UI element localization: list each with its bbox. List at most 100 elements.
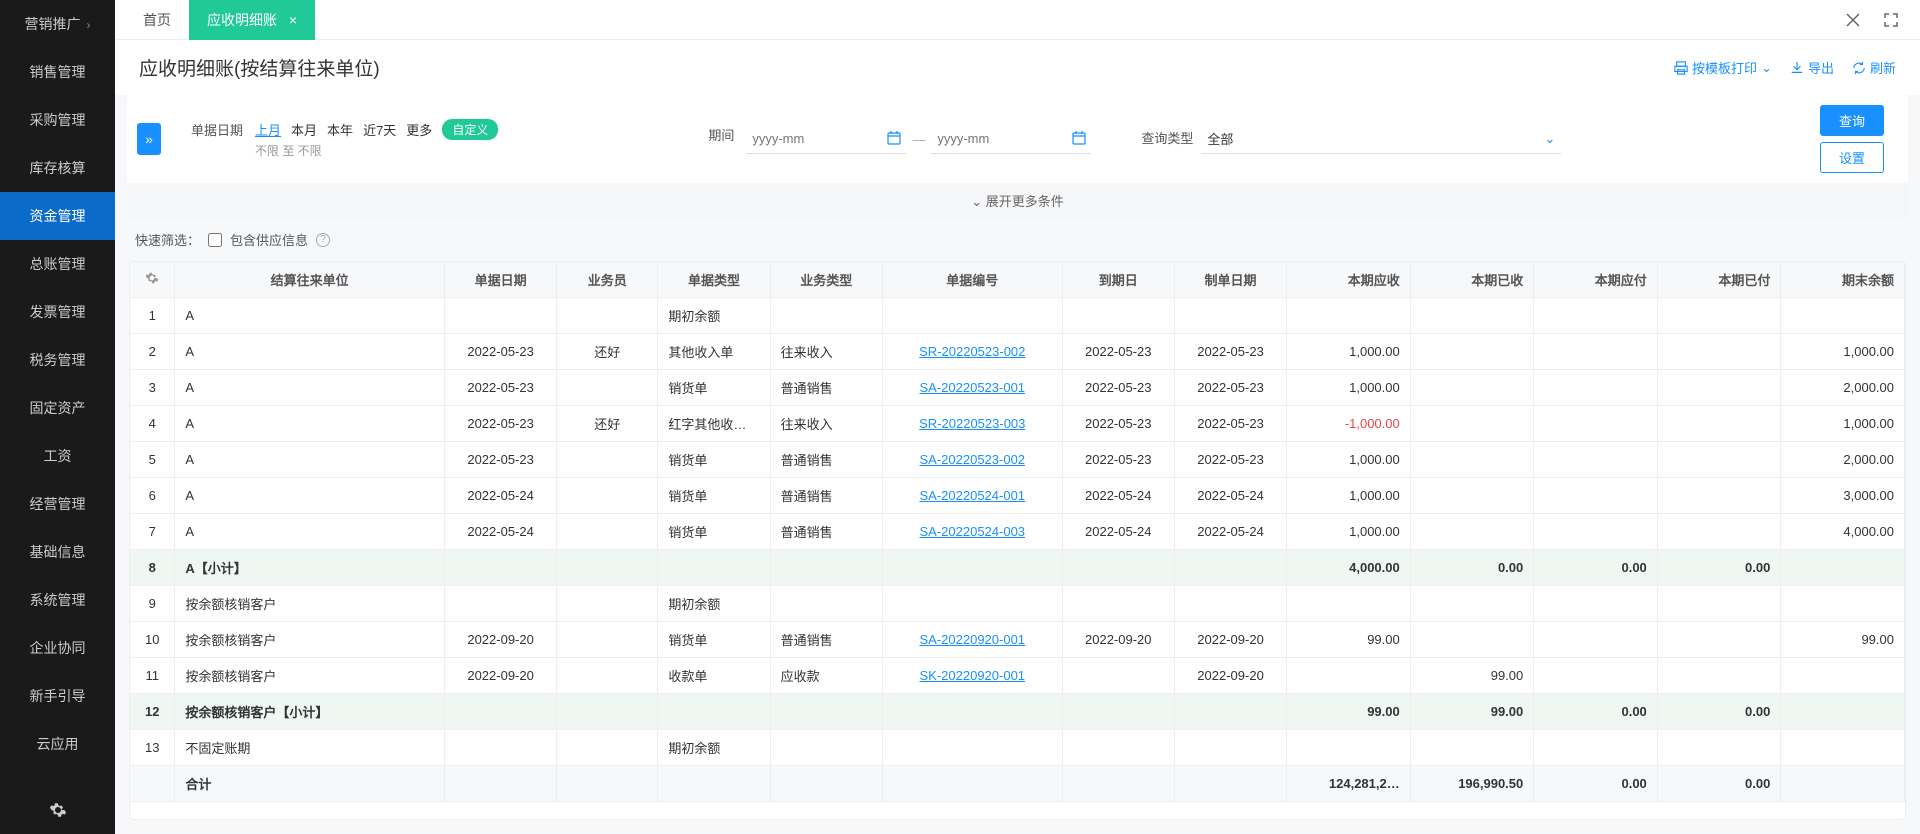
cell-paid xyxy=(1410,298,1534,334)
sidebar-item-13[interactable]: 企业协同 xyxy=(0,624,115,672)
sidebar-item-11[interactable]: 基础信息 xyxy=(0,528,115,576)
table-row: 8A【小计】4,000.000.000.000.00 xyxy=(130,550,1905,586)
row-idx: 3 xyxy=(130,370,175,406)
cell-docno[interactable]: SR-20220523-002 xyxy=(882,334,1062,370)
cell-paidout xyxy=(1657,298,1781,334)
sidebar-item-14[interactable]: 新手引导 xyxy=(0,672,115,720)
collapse-handle[interactable]: » xyxy=(137,123,161,155)
cell-docno[interactable]: SA-20220524-001 xyxy=(882,478,1062,514)
cell-recv: 99.00 xyxy=(1287,694,1411,730)
cell-due xyxy=(1062,586,1174,622)
cell-biztype xyxy=(770,694,882,730)
cell-balance: 99.00 xyxy=(1781,622,1905,658)
shortcut-this-year[interactable]: 本年 xyxy=(327,120,353,139)
cell-date xyxy=(444,730,556,766)
cell-docno[interactable]: SA-20220524-003 xyxy=(882,514,1062,550)
help-icon[interactable]: ? xyxy=(316,233,330,247)
close-icon[interactable]: × xyxy=(289,12,297,28)
column-settings[interactable] xyxy=(130,262,175,298)
table-row: 9按余额核销客户期初余额 xyxy=(130,586,1905,622)
cell-doctype: 销货单 xyxy=(658,514,770,550)
sidebar-item-4[interactable]: 资金管理 xyxy=(0,192,115,240)
sidebar-item-1[interactable]: 销售管理 xyxy=(0,48,115,96)
export-label: 导出 xyxy=(1808,58,1834,77)
sidebar-item-7[interactable]: 税务管理 xyxy=(0,336,115,384)
table-row: 7A2022-05-24销货单普通销售SA-20220524-0032022-0… xyxy=(130,514,1905,550)
tab-home[interactable]: 首页 xyxy=(125,0,189,40)
shortcut-last7[interactable]: 近7天 xyxy=(363,120,396,139)
sidebar-item-5[interactable]: 总账管理 xyxy=(0,240,115,288)
date-range-text: 不限 至 不限 xyxy=(255,142,498,159)
cell-due xyxy=(1062,298,1174,334)
cell-biztype: 普通销售 xyxy=(770,622,882,658)
cell-payable xyxy=(1534,442,1658,478)
cell-docno xyxy=(882,298,1062,334)
cell-unit: 按余额核销客户 xyxy=(175,586,445,622)
cell-unit: A xyxy=(175,406,445,442)
sidebar-item-0[interactable]: 营销推广 xyxy=(0,0,115,48)
shortcut-last-month[interactable]: 上月 xyxy=(255,120,281,139)
export-button[interactable]: 导出 xyxy=(1790,58,1834,77)
sidebar-item-3[interactable]: 库存核算 xyxy=(0,144,115,192)
cell-docno[interactable]: SK-20220920-001 xyxy=(882,658,1062,694)
cell-docno[interactable]: SA-20220523-002 xyxy=(882,442,1062,478)
sidebar-item-2[interactable]: 采购管理 xyxy=(0,96,115,144)
table-row: 10按余额核销客户2022-09-20销货单普通销售SA-20220920-00… xyxy=(130,622,1905,658)
period-label: 期间 xyxy=(708,124,734,148)
refresh-button[interactable]: 刷新 xyxy=(1852,58,1896,77)
cell-payable: 0.00 xyxy=(1534,694,1658,730)
cell-docno[interactable]: SR-20220523-003 xyxy=(882,406,1062,442)
cell-due: 2022-09-20 xyxy=(1062,622,1174,658)
query-button[interactable]: 查询 xyxy=(1820,105,1884,136)
cell-due: 2022-05-24 xyxy=(1062,514,1174,550)
include-supply-checkbox[interactable] xyxy=(208,233,222,247)
sidebar-item-15[interactable]: 云应用 xyxy=(0,720,115,768)
shortcut-this-month[interactable]: 本月 xyxy=(291,120,317,139)
cell-docno[interactable]: SA-20220523-001 xyxy=(882,370,1062,406)
row-idx: 1 xyxy=(130,298,175,334)
cell-payable xyxy=(1534,658,1658,694)
th-unit: 结算往来单位 xyxy=(175,262,445,298)
tab-receivable-detail[interactable]: 应收明细账 × xyxy=(189,0,315,40)
sidebar-settings[interactable] xyxy=(0,789,115,834)
expand-conditions[interactable]: ⌄ 展开更多条件 xyxy=(127,183,1908,218)
row-idx: 12 xyxy=(130,694,175,730)
shortcut-custom[interactable]: 自定义 xyxy=(442,119,498,140)
sidebar-item-10[interactable]: 经营管理 xyxy=(0,480,115,528)
expand-label: 展开更多条件 xyxy=(986,194,1064,209)
sidebar-item-6[interactable]: 发票管理 xyxy=(0,288,115,336)
cell-person xyxy=(557,694,658,730)
cell-recv: 1,000.00 xyxy=(1287,514,1411,550)
tabs-bar: 首页 应收明细账 × xyxy=(115,0,1920,40)
checkbox-label: 包含供应信息 xyxy=(230,230,308,249)
cell-docno[interactable]: SA-20220920-001 xyxy=(882,622,1062,658)
table-row: 5A2022-05-23销货单普通销售SA-20220523-0022022-0… xyxy=(130,442,1905,478)
cell-due xyxy=(1062,694,1174,730)
cell-due xyxy=(1062,730,1174,766)
shortcut-more[interactable]: 更多 xyxy=(406,120,432,139)
settings-button[interactable]: 设置 xyxy=(1820,142,1884,173)
row-idx: 5 xyxy=(130,442,175,478)
th-doctype: 单据类型 xyxy=(658,262,770,298)
cell-balance xyxy=(1781,730,1905,766)
cell-due: 2022-05-23 xyxy=(1062,406,1174,442)
fullscreen-icon[interactable] xyxy=(1877,6,1905,34)
sidebar-item-12[interactable]: 系统管理 xyxy=(0,576,115,624)
close-panel-icon[interactable] xyxy=(1839,6,1867,34)
row-idx: 2 xyxy=(130,334,175,370)
table-row: 12按余额核销客户【小计】99.0099.000.000.00 xyxy=(130,694,1905,730)
query-type-select[interactable]: 全部 ⌄ xyxy=(1201,124,1561,154)
print-button[interactable]: 按模板打印 ⌄ xyxy=(1674,58,1772,77)
period-filter: 期间 — xyxy=(708,124,1091,154)
sidebar: 营销推广销售管理采购管理库存核算资金管理总账管理发票管理税务管理固定资产工资经营… xyxy=(0,0,115,834)
cell-payable xyxy=(1534,622,1658,658)
sidebar-item-9[interactable]: 工资 xyxy=(0,432,115,480)
cell-person xyxy=(557,514,658,550)
sidebar-item-8[interactable]: 固定资产 xyxy=(0,384,115,432)
table-row: 13不固定账期期初余额 xyxy=(130,730,1905,766)
period-end-input[interactable] xyxy=(931,124,1091,154)
cell-balance: 3,000.00 xyxy=(1781,478,1905,514)
period-start-input[interactable] xyxy=(746,124,906,154)
footer-recv: 124,281,2… xyxy=(1287,766,1411,802)
cell-paid xyxy=(1410,442,1534,478)
